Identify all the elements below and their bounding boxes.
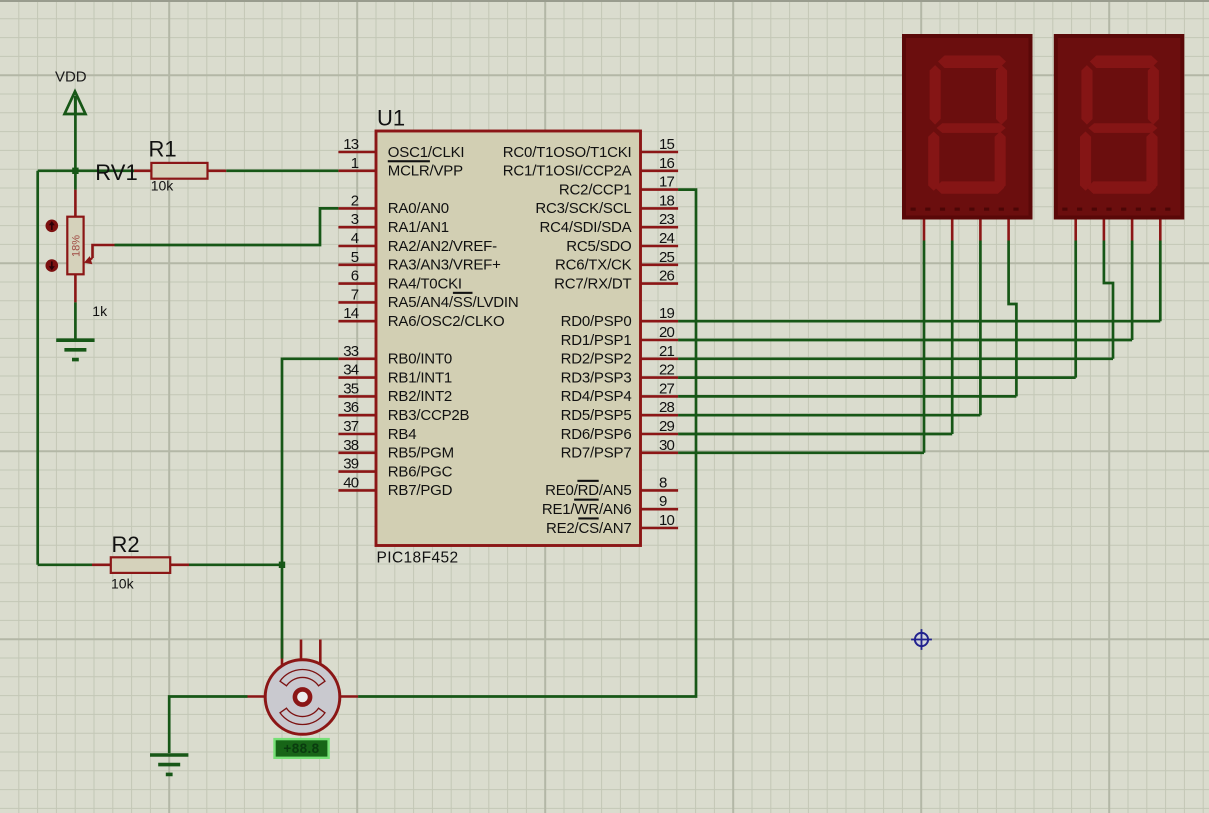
svg-text:40: 40 (343, 474, 359, 491)
svg-text:RB4: RB4 (388, 426, 417, 443)
svg-text:9: 9 (659, 493, 667, 510)
svg-text:RD2/PSP2: RD2/PSP2 (561, 351, 632, 368)
svg-text:36: 36 (343, 399, 359, 416)
svg-text:37: 37 (343, 418, 359, 435)
svg-text:4: 4 (351, 230, 359, 247)
svg-text:1: 1 (351, 155, 359, 172)
svg-text:25: 25 (659, 249, 675, 266)
svg-text:28: 28 (659, 399, 675, 416)
svg-text:15: 15 (659, 136, 675, 153)
svg-text:27: 27 (659, 380, 675, 397)
svg-text:RC3/SCK/SCL: RC3/SCK/SCL (535, 200, 631, 217)
svg-text:RA0/AN0: RA0/AN0 (388, 200, 449, 217)
svg-text:PIC18F452: PIC18F452 (377, 550, 459, 567)
svg-text:22: 22 (659, 362, 675, 379)
svg-text:RE2/CS/AN7: RE2/CS/AN7 (546, 520, 632, 537)
svg-text:RB6/PGC: RB6/PGC (388, 463, 453, 480)
svg-text:OSC1/CLKI: OSC1/CLKI (388, 144, 465, 161)
svg-text:20: 20 (659, 324, 675, 341)
svg-text:18: 18 (659, 192, 675, 209)
svg-text:RA6/OSC2/CLKO: RA6/OSC2/CLKO (388, 313, 505, 330)
svg-text:RD5/PSP5: RD5/PSP5 (561, 407, 632, 424)
svg-text:RD4/PSP4: RD4/PSP4 (561, 388, 632, 405)
svg-text:RD0/PSP0: RD0/PSP0 (561, 313, 632, 330)
svg-text:7: 7 (351, 286, 359, 303)
svg-text:26: 26 (659, 268, 675, 285)
svg-text:24: 24 (659, 230, 675, 247)
svg-text:RC1/T1OSI/CCP2A: RC1/T1OSI/CCP2A (503, 163, 632, 180)
svg-text:RB5/PGM: RB5/PGM (388, 445, 454, 462)
svg-text:3: 3 (351, 211, 359, 228)
svg-text:RD6/PSP6: RD6/PSP6 (561, 426, 632, 443)
svg-text:33: 33 (343, 343, 359, 360)
svg-text:16: 16 (659, 155, 675, 172)
svg-text:RC7/RX/DT: RC7/RX/DT (554, 275, 631, 292)
svg-text:10k: 10k (151, 178, 175, 194)
svg-text:34: 34 (343, 362, 359, 379)
svg-text:RA3/AN3/VREF+: RA3/AN3/VREF+ (388, 257, 501, 274)
svg-text:19: 19 (659, 305, 675, 322)
svg-text:RC0/T1OSO/T1CKI: RC0/T1OSO/T1CKI (503, 144, 632, 161)
svg-text:RC5/SDO: RC5/SDO (566, 238, 631, 255)
svg-text:13: 13 (343, 136, 359, 153)
svg-text:RC4/SDI/SDA: RC4/SDI/SDA (540, 219, 632, 236)
svg-text:RD7/PSP7: RD7/PSP7 (561, 445, 632, 462)
svg-text:RD3/PSP3: RD3/PSP3 (561, 369, 632, 386)
svg-text:RB0/INT0: RB0/INT0 (388, 351, 452, 368)
svg-text:R1: R1 (149, 137, 177, 162)
svg-text:38: 38 (343, 437, 359, 454)
svg-text:RB2/INT2: RB2/INT2 (388, 388, 452, 405)
svg-text:10k: 10k (111, 576, 135, 592)
svg-text:8: 8 (659, 474, 667, 491)
svg-text:RA1/AN1: RA1/AN1 (388, 219, 449, 236)
svg-text:RB1/INT1: RB1/INT1 (388, 369, 452, 386)
svg-text:2: 2 (351, 192, 359, 209)
svg-text:6: 6 (351, 268, 359, 285)
svg-text:RE1/WR/AN6: RE1/WR/AN6 (542, 501, 632, 518)
svg-text:RA2/AN2/VREF-: RA2/AN2/VREF- (388, 238, 497, 255)
svg-text:RB3/CCP2B: RB3/CCP2B (388, 407, 470, 424)
svg-text:VDD: VDD (55, 68, 87, 85)
svg-text:RA5/AN4/SS/LVDIN: RA5/AN4/SS/LVDIN (388, 294, 519, 311)
svg-text:RV1: RV1 (95, 160, 137, 185)
svg-text:+88.8: +88.8 (283, 741, 319, 756)
svg-text:RE0/RD/AN5: RE0/RD/AN5 (545, 482, 631, 499)
svg-text:RA4/T0CKI: RA4/T0CKI (388, 275, 462, 292)
svg-text:R2: R2 (112, 532, 140, 557)
svg-text:14: 14 (343, 305, 359, 322)
svg-text:5: 5 (351, 249, 359, 266)
svg-text:RC2/CCP1: RC2/CCP1 (559, 181, 632, 198)
svg-text:RC6/TX/CK: RC6/TX/CK (555, 257, 632, 274)
svg-text:29: 29 (659, 418, 675, 435)
svg-text:39: 39 (343, 456, 359, 473)
svg-text:MCLR/VPP: MCLR/VPP (388, 163, 463, 180)
svg-text:17: 17 (659, 174, 675, 191)
svg-text:10: 10 (659, 512, 675, 529)
svg-text:RD1/PSP1: RD1/PSP1 (561, 332, 632, 349)
svg-text:30: 30 (659, 437, 675, 454)
svg-text:21: 21 (659, 343, 675, 360)
svg-text:18%: 18% (71, 235, 83, 257)
svg-text:1k: 1k (92, 303, 108, 319)
svg-text:35: 35 (343, 380, 359, 397)
svg-text:RB7/PGD: RB7/PGD (388, 482, 453, 499)
svg-text:U1: U1 (377, 105, 405, 130)
svg-text:23: 23 (659, 211, 675, 228)
